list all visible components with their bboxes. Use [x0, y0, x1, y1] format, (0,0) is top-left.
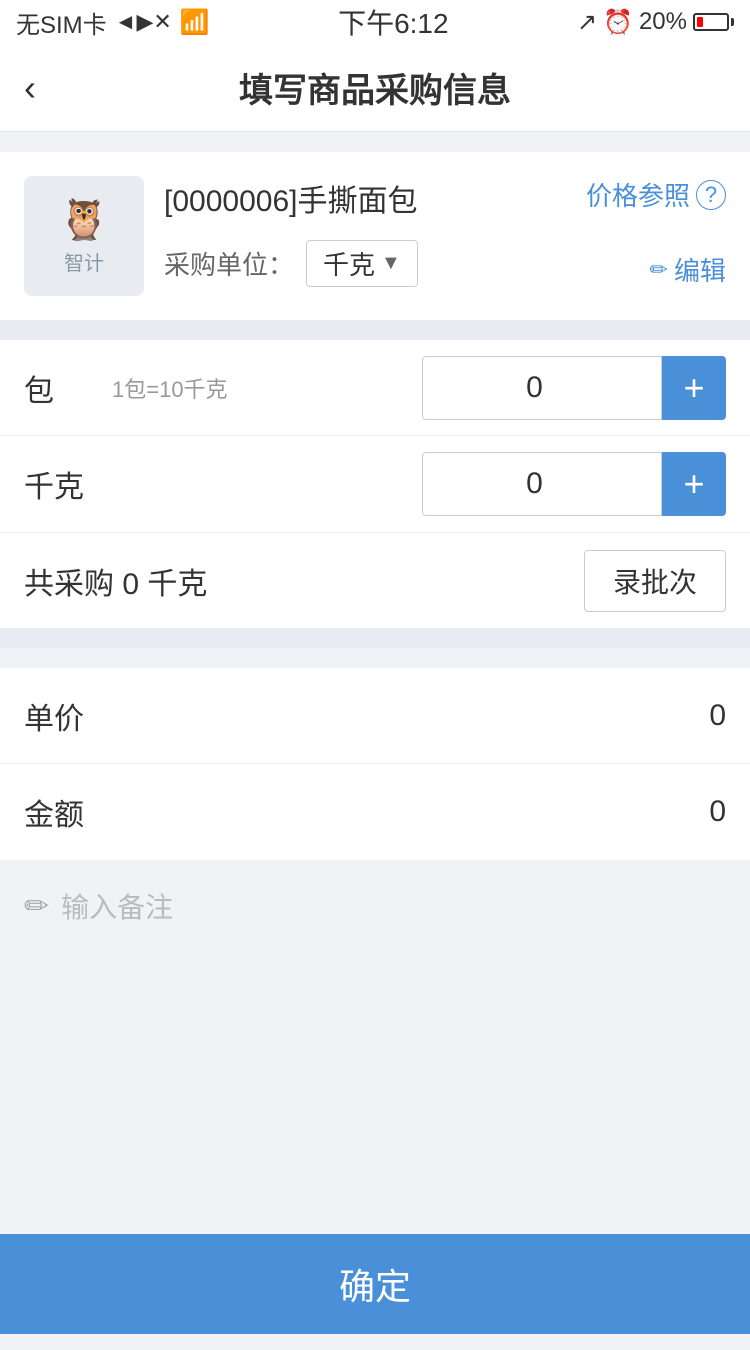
- price-reference[interactable]: 价格参照 ?: [586, 176, 726, 213]
- product-thumb-icon: 🦉: [59, 196, 109, 243]
- product-thumb-label: 智计: [64, 247, 104, 276]
- batch-button[interactable]: 录批次: [584, 550, 726, 612]
- amount-row: 金额 0: [0, 764, 750, 860]
- unit-select[interactable]: 千克 ▼: [306, 240, 418, 287]
- edit-button[interactable]: ✏ 编辑: [650, 251, 726, 288]
- remark-section[interactable]: ✏ 输入备注: [0, 862, 750, 950]
- price-section: 单价 0 金额 0: [0, 668, 750, 860]
- back-button[interactable]: ‹: [24, 67, 36, 109]
- amount-value: 0: [709, 795, 726, 829]
- edit-icon: ✏: [650, 257, 668, 283]
- unit-value: 千克: [323, 245, 375, 282]
- content-body: [0, 950, 750, 1250]
- status-time: 下午6:12: [338, 2, 449, 42]
- battery-percent: 20%: [639, 8, 687, 36]
- carrier-text: 无SIM卡: [16, 5, 107, 40]
- location-icon: ↗: [577, 8, 597, 37]
- status-left: 无SIM卡 ◄▶✕ 📶: [16, 5, 210, 40]
- qty-input-kg[interactable]: [422, 452, 662, 516]
- unit-price-label: 单价: [24, 694, 709, 738]
- qty-label-kg: 千克: [24, 462, 104, 506]
- page-title: 填写商品采购信息: [239, 63, 511, 112]
- qty-label-bao: 包: [24, 366, 104, 410]
- section-divider-2: [0, 628, 750, 648]
- qty-plus-bao[interactable]: +: [662, 356, 726, 420]
- qty-sub-label-bao: 1包=10千克: [112, 372, 422, 404]
- qty-input-wrap-kg: +: [422, 452, 726, 516]
- pencil-icon: ✏: [24, 889, 49, 924]
- quantity-row-bao: 包 1包=10千克 +: [0, 340, 750, 436]
- qty-input-bao[interactable]: [422, 356, 662, 420]
- confirm-button[interactable]: 确定: [0, 1234, 750, 1334]
- qty-input-wrap-bao: +: [422, 356, 726, 420]
- chevron-down-icon: ▼: [381, 252, 401, 275]
- amount-label: 金额: [24, 790, 709, 834]
- battery-icon: [693, 13, 734, 31]
- confirm-button-label: 确定: [339, 1258, 411, 1310]
- total-text: 共采购 0 千克: [24, 559, 584, 603]
- qty-plus-kg[interactable]: +: [662, 452, 726, 516]
- wifi-symbol: 📶: [180, 8, 210, 37]
- remark-placeholder: 输入备注: [61, 886, 173, 926]
- wifi-icon: ◄▶✕: [115, 9, 172, 35]
- total-row: 共采购 0 千克 录批次: [0, 532, 750, 628]
- edit-text: 编辑: [674, 251, 726, 288]
- product-card: 🦉 智计 [0000006]手撕面包 采购单位： 千克 ▼ ✏ 编辑 价格参照 …: [0, 152, 750, 320]
- quantity-section: 包 1包=10千克 + 千克 +: [0, 340, 750, 532]
- price-ref-label: 价格参照: [586, 176, 690, 213]
- product-thumbnail: 🦉 智计: [24, 176, 144, 296]
- status-right: ↗ ⏰ 20%: [577, 8, 734, 37]
- quantity-row-kg: 千克 +: [0, 436, 750, 532]
- section-divider-1: [0, 320, 750, 340]
- status-bar: 无SIM卡 ◄▶✕ 📶 下午6:12 ↗ ⏰ 20%: [0, 0, 750, 44]
- unit-price-row: 单价 0: [0, 668, 750, 764]
- alarm-icon: ⏰: [603, 8, 633, 37]
- help-icon[interactable]: ?: [696, 180, 726, 210]
- nav-bar: ‹ 填写商品采购信息: [0, 44, 750, 132]
- product-unit-row: 采购单位： 千克 ▼: [164, 240, 726, 287]
- unit-price-value: 0: [709, 699, 726, 733]
- unit-label: 采购单位：: [164, 245, 294, 282]
